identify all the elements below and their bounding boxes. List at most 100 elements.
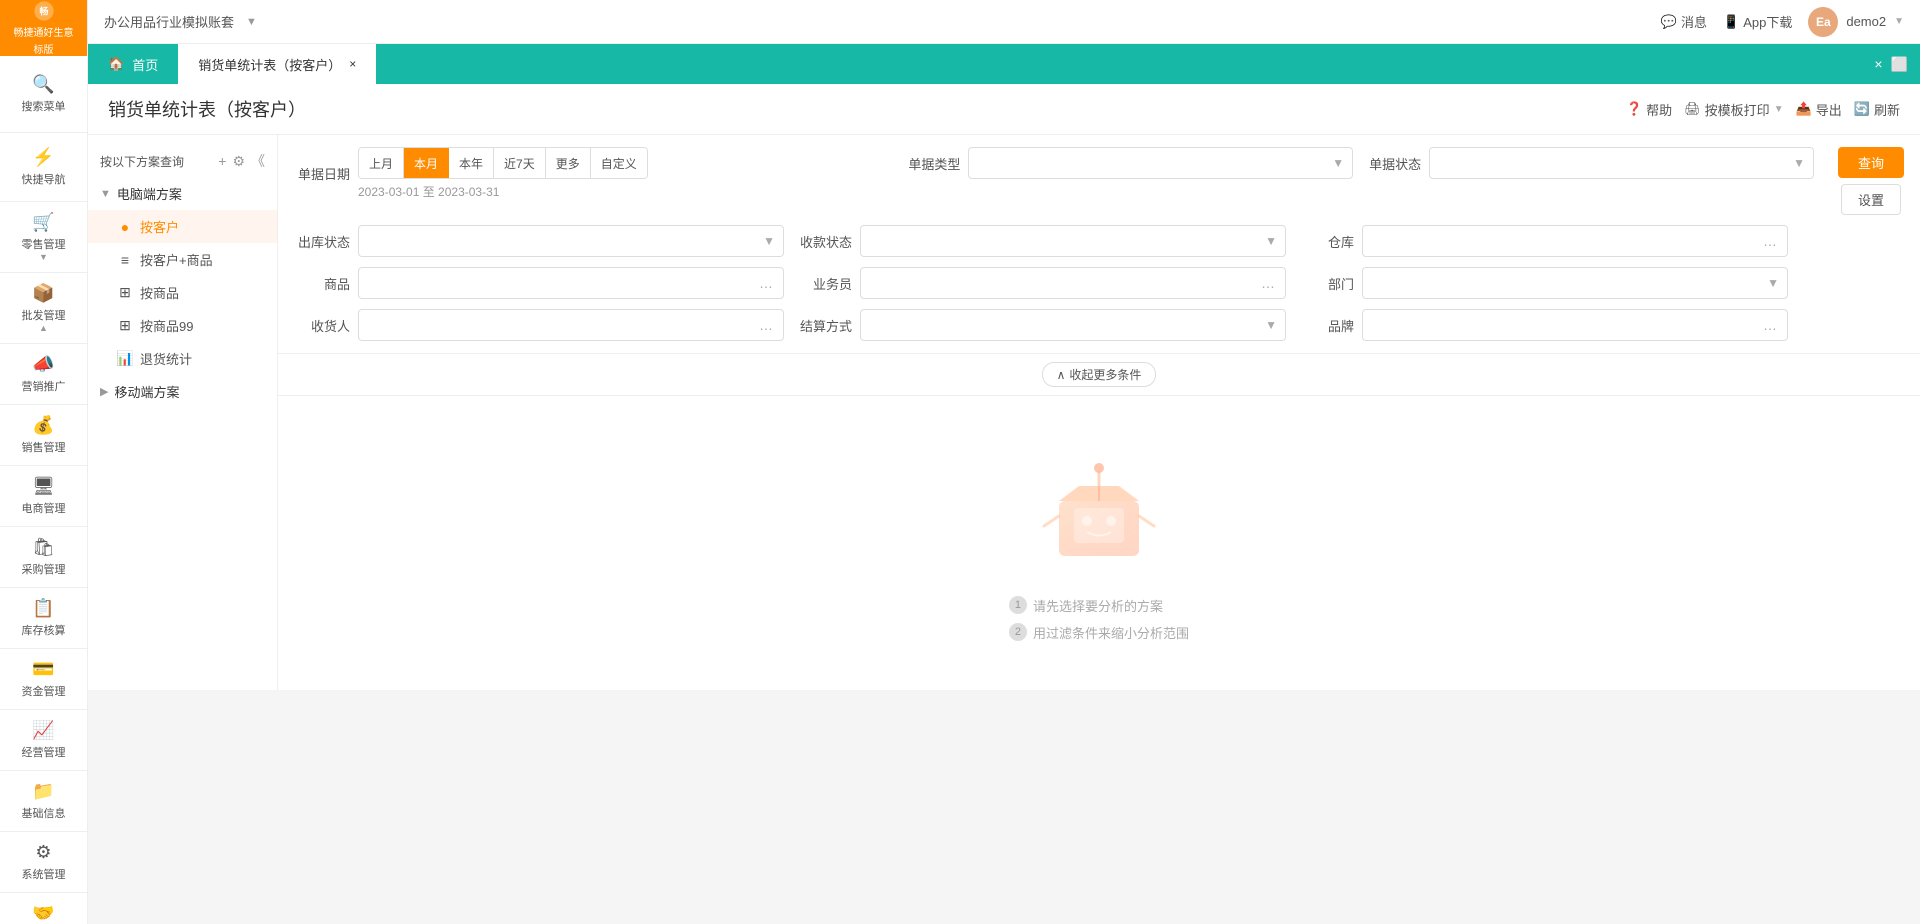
sidebar-item-sales-label: 销售管理	[22, 439, 66, 455]
collapse-panel-btn[interactable]: 《	[251, 151, 265, 171]
sidebar-item-enterprise[interactable]: 🤝 企业协同	[0, 893, 87, 924]
sidebar-quick-nav-section[interactable]: ⚡ 快捷导航	[0, 133, 87, 202]
app-download-icon: 📱	[1723, 14, 1739, 30]
date-filter-controls: 上月 本月 本年 近7天	[358, 147, 648, 200]
doc-type-control[interactable]: ▼	[968, 147, 1353, 179]
query-btn[interactable]: 查询	[1838, 147, 1904, 178]
sidebar-item-basic[interactable]: 📁 基础信息	[0, 771, 87, 831]
main-content: 办公用品行业模拟账套 ▼ 💬 消息 📱 App下载 Ea demo2 ▼ �	[88, 0, 1920, 924]
goods-dots: …	[759, 275, 775, 291]
out-status-group: 出库状态 ▼	[294, 225, 784, 257]
tree-item-by-customer-goods[interactable]: ≡ 按客户+商品	[88, 243, 277, 276]
mobile-group-header[interactable]: ▶ 移动端方案	[88, 375, 277, 408]
payment-status-control[interactable]: ▼	[860, 225, 1286, 257]
tree-item-return-stats[interactable]: 📊 退货统计	[88, 342, 277, 375]
doc-status-control[interactable]: ▼	[1429, 147, 1814, 179]
sidebar-item-search[interactable]: 🔍 搜索菜单	[0, 64, 87, 124]
workspace-dropdown-arrow[interactable]: ▼	[246, 16, 257, 28]
date-tab-custom[interactable]: 自定义	[591, 148, 647, 178]
department-group: 部门 ▼	[1298, 267, 1788, 299]
message-btn[interactable]: 💬 消息	[1661, 12, 1707, 31]
sidebar-item-finance[interactable]: 💳 资金管理	[0, 649, 87, 709]
tree-item-by-goods[interactable]: ⊞ 按商品	[88, 276, 277, 309]
out-status-label: 出库状态	[294, 232, 350, 251]
tree-item-by-customer[interactable]: ● 按客户	[88, 210, 277, 243]
department-control[interactable]: ▼	[1362, 267, 1788, 299]
scheme-settings-btn[interactable]: ⚙	[232, 153, 245, 170]
right-panel: 单据日期 上月 本月 本年	[278, 135, 1920, 690]
window-max-btn[interactable]: ⬜	[1891, 56, 1908, 73]
refresh-label: 刷新	[1874, 100, 1900, 119]
tab-home[interactable]: 🏠 首页	[88, 44, 178, 84]
out-status-control[interactable]: ▼	[358, 225, 784, 257]
consignee-control[interactable]: …	[358, 309, 784, 341]
add-scheme-btn[interactable]: +	[218, 153, 226, 169]
user-area[interactable]: Ea demo2 ▼	[1808, 7, 1904, 37]
collapse-btn[interactable]: ∧ 收起更多条件	[1042, 362, 1157, 387]
wholesale-arrow: ▲	[39, 323, 48, 333]
app-download-btn[interactable]: 📱 App下载	[1723, 12, 1792, 31]
sidebar: 畅 畅捷通好生意 标版 🔍 搜索菜单 ⚡ 快捷导航 🛒 零售管理 ▼ 📦 批发管…	[0, 0, 88, 924]
date-tab-this-year-label: 本年	[459, 155, 483, 172]
tree-item-by-goods99[interactable]: ⊞ 按商品99	[88, 309, 277, 342]
date-tab-7days[interactable]: 近7天	[494, 148, 546, 178]
salesperson-control[interactable]: …	[860, 267, 1286, 299]
payment-status-arrow: ▼	[1265, 234, 1277, 248]
filter-row-2: 出库状态 ▼ 收款状态 ▼	[294, 225, 1904, 257]
content-area: 按以下方案查询 + ⚙ 《 ▼ 电脑端方案 ●	[88, 135, 1920, 690]
help-btn[interactable]: ❓ 帮助	[1626, 100, 1672, 119]
sidebar-item-purchase[interactable]: 🛍 采购管理	[0, 527, 87, 587]
topbar-left: 办公用品行业模拟账套 ▼	[104, 12, 257, 31]
left-panel-icons: + ⚙ 《	[218, 151, 265, 171]
warehouse-dots: …	[1763, 233, 1779, 249]
page-title: 销货单统计表（按客户）	[108, 96, 306, 122]
refresh-btn[interactable]: 🔄 刷新	[1854, 100, 1900, 119]
date-tab-last-month[interactable]: 上月	[359, 148, 404, 178]
ecommerce-icon: 🖥	[32, 476, 55, 497]
topbar: 办公用品行业模拟账套 ▼ 💬 消息 📱 App下载 Ea demo2 ▼	[88, 0, 1920, 44]
brand-label: 品牌	[1298, 316, 1354, 335]
sidebar-item-search-label: 搜索菜单	[22, 98, 66, 114]
date-tab-last-month-label: 上月	[369, 155, 393, 172]
filter-area: 单据日期 上月 本月 本年	[278, 135, 1920, 354]
left-panel: 按以下方案查询 + ⚙ 《 ▼ 电脑端方案 ●	[88, 135, 278, 690]
sidebar-item-operations[interactable]: 📈 经营管理	[0, 710, 87, 770]
sidebar-item-quick-nav[interactable]: ⚡ 快捷导航	[0, 137, 87, 197]
tab-sales-stats[interactable]: 销货单统计表（按客户） ×	[178, 44, 376, 84]
goods-group: 商品 …	[294, 267, 784, 299]
print-dropdown-arrow[interactable]: ▼	[1774, 104, 1784, 115]
tab-close-btn[interactable]: ×	[349, 58, 356, 70]
refresh-icon: 🔄	[1854, 101, 1870, 117]
window-close-btn[interactable]: ×	[1874, 56, 1882, 72]
user-avatar[interactable]: Ea	[1808, 7, 1838, 37]
date-range-display: 2023-03-01 至 2023-03-31	[358, 183, 648, 200]
svg-text:畅: 畅	[39, 5, 48, 16]
sidebar-item-system[interactable]: ⚙ 系统管理	[0, 832, 87, 892]
left-panel-header: 按以下方案查询 + ⚙ 《	[88, 145, 277, 177]
sidebar-item-wholesale[interactable]: 📦 批发管理 ▲	[0, 273, 87, 343]
date-tab-this-month[interactable]: 本月	[404, 148, 449, 178]
sidebar-item-ecommerce[interactable]: 🖥 电商管理	[0, 466, 87, 526]
sidebar-item-marketing[interactable]: 📣 营销推广	[0, 344, 87, 404]
print-btn[interactable]: 🖨 按模板打印 ▼	[1684, 100, 1783, 119]
return-stats-icon: 📊	[116, 350, 134, 367]
goods-control[interactable]: …	[358, 267, 784, 299]
sidebar-item-inventory[interactable]: 📋 库存核算	[0, 588, 87, 648]
sidebar-item-retail[interactable]: 🛒 零售管理 ▼	[0, 202, 87, 272]
sidebar-search-section[interactable]: 🔍 搜索菜单	[0, 56, 87, 133]
payment-status-label: 收款状态	[796, 232, 852, 251]
settings-btn[interactable]: 设置	[1841, 184, 1901, 215]
settlement-control[interactable]: ▼	[860, 309, 1286, 341]
desktop-group-header[interactable]: ▼ 电脑端方案	[88, 177, 277, 210]
return-stats-label: 退货统计	[140, 349, 192, 368]
sidebar-item-ecommerce-label: 电商管理	[22, 500, 66, 516]
user-dropdown-arrow[interactable]: ▼	[1894, 16, 1904, 27]
sidebar-item-sales[interactable]: 💰 销售管理	[0, 405, 87, 465]
date-filter-label: 单据日期	[294, 164, 350, 183]
export-label: 导出	[1816, 100, 1842, 119]
warehouse-control[interactable]: …	[1362, 225, 1788, 257]
export-btn[interactable]: 📤 导出	[1796, 100, 1842, 119]
date-tab-more[interactable]: 更多	[546, 148, 591, 178]
date-tab-this-year[interactable]: 本年	[449, 148, 494, 178]
brand-control[interactable]: …	[1362, 309, 1788, 341]
